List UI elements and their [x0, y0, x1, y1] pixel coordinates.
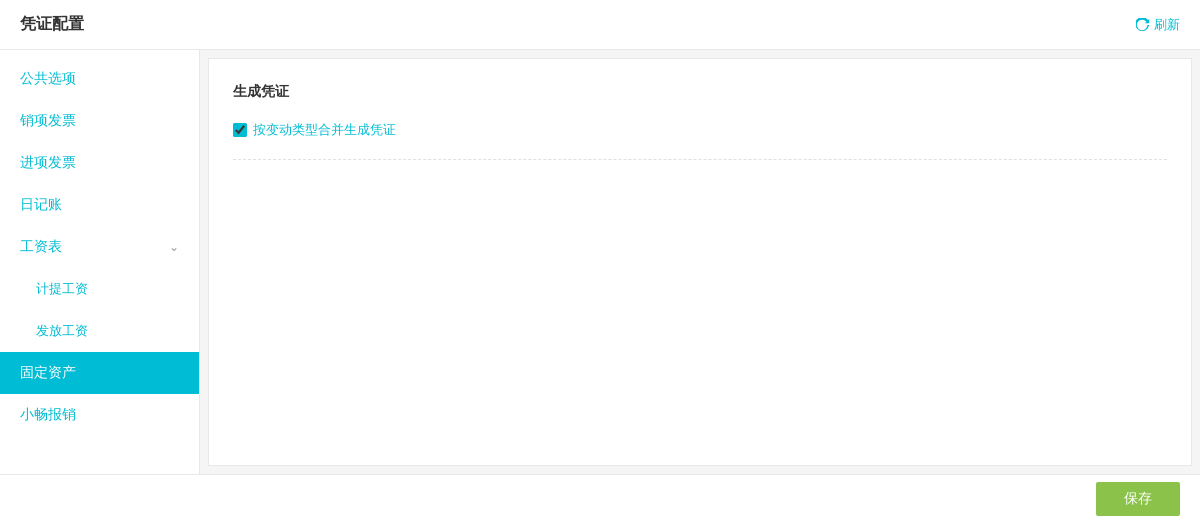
sidebar-item-label: 固定资产	[20, 364, 76, 382]
merge-voucher-checkbox-item[interactable]: 按变动类型合并生成凭证	[233, 121, 396, 139]
sidebar-item-journal[interactable]: 日记账	[0, 184, 199, 226]
page-footer: 保存	[0, 474, 1200, 522]
sidebar-item-expense[interactable]: 小畅报销	[0, 394, 199, 436]
sidebar-item-label: 公共选项	[20, 70, 76, 88]
refresh-label: 刷新	[1154, 16, 1180, 34]
chevron-down-icon: ⌄	[169, 240, 179, 254]
sidebar-item-public[interactable]: 公共选项	[0, 58, 199, 100]
section-divider	[233, 159, 1167, 160]
sidebar-item-label: 发放工资	[36, 322, 88, 340]
sidebar-item-sales-invoice[interactable]: 销项发票	[0, 100, 199, 142]
sidebar-item-purchase-invoice[interactable]: 进项发票	[0, 142, 199, 184]
merge-voucher-checkbox[interactable]	[233, 123, 247, 137]
sidebar: 公共选项 销项发票 进项发票 日记账 工资表 ⌄ 计提工资 发放工资 固定资产 …	[0, 50, 200, 474]
sidebar-item-pay-wages[interactable]: 发放工资	[0, 310, 199, 352]
sidebar-item-label: 进项发票	[20, 154, 76, 172]
save-button[interactable]: 保存	[1096, 482, 1180, 516]
main-content: 公共选项 销项发票 进项发票 日记账 工资表 ⌄ 计提工资 发放工资 固定资产 …	[0, 50, 1200, 474]
sidebar-item-label: 小畅报销	[20, 406, 76, 424]
sidebar-item-accrued-wages[interactable]: 计提工资	[0, 268, 199, 310]
merge-voucher-label: 按变动类型合并生成凭证	[253, 121, 396, 139]
content-area: 生成凭证 按变动类型合并生成凭证	[208, 58, 1192, 466]
refresh-icon	[1136, 18, 1150, 32]
sidebar-item-label: 日记账	[20, 196, 62, 214]
sidebar-item-label: 工资表	[20, 238, 62, 256]
sidebar-item-fixed-assets[interactable]: 固定资产	[0, 352, 199, 394]
page-header: 凭证配置 刷新	[0, 0, 1200, 50]
sidebar-item-payroll[interactable]: 工资表 ⌄	[0, 226, 199, 268]
sidebar-item-label: 计提工资	[36, 280, 88, 298]
page-title: 凭证配置	[20, 14, 84, 35]
checkbox-row: 按变动类型合并生成凭证	[233, 121, 1167, 139]
section-title: 生成凭证	[233, 83, 1167, 101]
sidebar-item-label: 销项发票	[20, 112, 76, 130]
refresh-button[interactable]: 刷新	[1136, 16, 1180, 34]
